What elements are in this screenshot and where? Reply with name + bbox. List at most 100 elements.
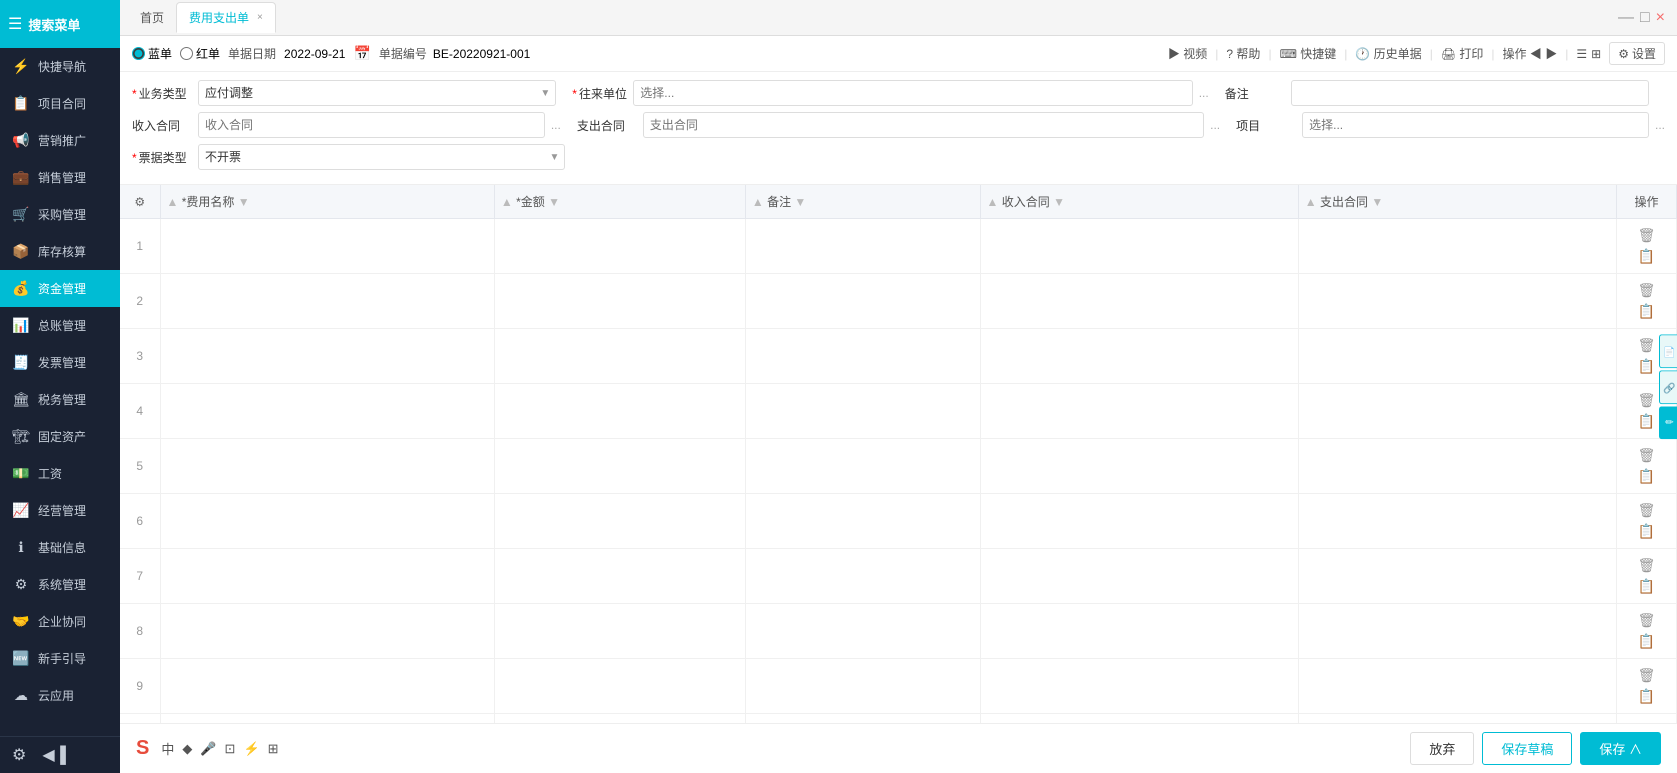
minimize-button[interactable]: —	[1618, 9, 1634, 27]
side-tab-paper[interactable]: 📄	[1659, 334, 1677, 368]
row-income-contract[interactable]	[980, 219, 1298, 274]
video-link[interactable]: ▶ 视频	[1168, 45, 1207, 62]
row-income-contract[interactable]	[980, 329, 1298, 384]
settings-button[interactable]: ⚙ 设置	[1609, 42, 1665, 65]
sort-down-icon[interactable]: ▼	[238, 195, 250, 209]
sidebar-item-tax-mgmt[interactable]: 🏛 税务管理	[0, 381, 120, 418]
row-expense-contract[interactable]	[1298, 659, 1616, 714]
side-tab-edit[interactable]: ✏	[1659, 406, 1677, 439]
row-income-contract[interactable]	[980, 714, 1298, 724]
sidebar-item-system-mgmt[interactable]: ⚙ 系统管理	[0, 566, 120, 603]
row-amount[interactable]	[494, 494, 745, 549]
row-remark[interactable]	[745, 329, 980, 384]
project-input[interactable]	[1302, 112, 1649, 138]
sort-up3-icon[interactable]: ▲	[752, 195, 764, 209]
sidebar-item-salary[interactable]: 💵 工资	[0, 455, 120, 492]
sidebar-item-operations-mgmt[interactable]: 📈 经营管理	[0, 492, 120, 529]
calendar-icon[interactable]: 📅	[353, 45, 370, 62]
business-type-select[interactable]: 应付调整	[198, 80, 556, 106]
sort-up4-icon[interactable]: ▲	[987, 195, 999, 209]
row-expense-name[interactable]	[160, 659, 494, 714]
copy-row-button[interactable]: 📋	[1635, 466, 1658, 487]
row-income-contract[interactable]	[980, 659, 1298, 714]
sidebar-item-enterprise-collab[interactable]: 🤝 企业协同	[0, 603, 120, 640]
row-remark[interactable]	[745, 714, 980, 724]
brand-diamond-icon[interactable]: ◆	[182, 741, 192, 757]
grid-view-icon[interactable]: ⊞	[1591, 47, 1601, 61]
sidebar-header[interactable]: ☰ 搜索菜单	[0, 0, 120, 48]
row-expense-name[interactable]	[160, 384, 494, 439]
sidebar-item-marketing[interactable]: 📢 营销推广	[0, 122, 120, 159]
row-amount[interactable]	[494, 659, 745, 714]
row-income-contract[interactable]	[980, 384, 1298, 439]
row-expense-contract[interactable]	[1298, 714, 1616, 724]
sidebar-item-fixed-assets[interactable]: 🏗 固定资产	[0, 418, 120, 455]
row-expense-name[interactable]	[160, 549, 494, 604]
blue-bill-radio[interactable]: 蓝单	[132, 45, 172, 62]
red-bill-radio[interactable]: 红单	[180, 45, 220, 62]
row-expense-contract[interactable]	[1298, 274, 1616, 329]
tab-home[interactable]: 首页	[128, 3, 176, 32]
brand-grid-icon[interactable]: ⊞	[268, 741, 279, 757]
row-income-contract[interactable]	[980, 274, 1298, 329]
shortcut-link[interactable]: ⌨ 快捷键	[1280, 45, 1337, 62]
copy-row-button[interactable]: 📋	[1635, 521, 1658, 542]
row-expense-contract[interactable]	[1298, 329, 1616, 384]
sidebar-item-basic-info[interactable]: ℹ 基础信息	[0, 529, 120, 566]
sidebar-item-project-contract[interactable]: 📋 项目合同	[0, 85, 120, 122]
party-input[interactable]	[633, 80, 1192, 106]
sidebar-item-capital-mgmt[interactable]: 💰 资金管理	[0, 270, 120, 307]
side-tab-link[interactable]: 🔗	[1659, 370, 1677, 404]
sidebar-item-purchase-mgmt[interactable]: 🛒 采购管理	[0, 196, 120, 233]
income-contract-more-icon[interactable]: ...	[551, 118, 561, 132]
project-more-icon[interactable]: ...	[1655, 118, 1665, 132]
sidebar-item-cloud-apps[interactable]: ☁ 云应用	[0, 677, 120, 714]
row-expense-name[interactable]	[160, 219, 494, 274]
row-expense-contract[interactable]	[1298, 604, 1616, 659]
print-link[interactable]: 🖨 打印	[1441, 45, 1484, 62]
row-expense-name[interactable]	[160, 439, 494, 494]
sidebar-item-quick-nav[interactable]: ⚡ 快捷导航	[0, 48, 120, 85]
sort-up2-icon[interactable]: ▲	[501, 195, 513, 209]
row-expense-contract[interactable]	[1298, 549, 1616, 604]
brand-lightning-icon[interactable]: ⚡	[243, 741, 259, 757]
audio-icon[interactable]: ◀▐	[42, 745, 66, 765]
expense-contract-more-icon[interactable]: ...	[1210, 118, 1220, 132]
income-contract-input[interactable]	[198, 112, 545, 138]
brand-zhong-icon[interactable]: 中	[161, 739, 174, 758]
sidebar-item-sales-mgmt[interactable]: 💼 销售管理	[0, 159, 120, 196]
delete-row-button[interactable]: 🗑	[1635, 500, 1659, 521]
sidebar-item-inventory[interactable]: 📦 库存核算	[0, 233, 120, 270]
delete-row-button[interactable]: 🗑	[1635, 390, 1659, 411]
sort-up5-icon[interactable]: ▲	[1305, 195, 1317, 209]
copy-row-button[interactable]: 📋	[1635, 356, 1658, 377]
close-tab-icon[interactable]: ×	[257, 12, 263, 23]
row-amount[interactable]	[494, 219, 745, 274]
copy-row-button[interactable]: 📋	[1635, 576, 1658, 597]
row-expense-name[interactable]	[160, 329, 494, 384]
delete-row-button[interactable]: 🗑	[1635, 225, 1659, 246]
row-remark[interactable]	[745, 439, 980, 494]
row-remark[interactable]	[745, 274, 980, 329]
row-remark[interactable]	[745, 549, 980, 604]
row-income-contract[interactable]	[980, 439, 1298, 494]
row-expense-name[interactable]	[160, 274, 494, 329]
party-more-icon[interactable]: ...	[1199, 86, 1209, 100]
help-link[interactable]: ? 帮助	[1226, 45, 1260, 62]
copy-row-button[interactable]: 📋	[1635, 631, 1658, 652]
row-income-contract[interactable]	[980, 604, 1298, 659]
sidebar-item-invoice-mgmt[interactable]: 🧾 发票管理	[0, 344, 120, 381]
copy-row-button[interactable]: 📋	[1635, 686, 1658, 707]
row-amount[interactable]	[494, 604, 745, 659]
abandon-button[interactable]: 放弃	[1410, 732, 1474, 765]
row-amount[interactable]	[494, 714, 745, 724]
brand-box-icon[interactable]: ⊡	[225, 741, 236, 757]
save-draft-button[interactable]: 保存草稿	[1482, 732, 1572, 765]
copy-row-button[interactable]: 📋	[1635, 301, 1658, 322]
row-expense-name[interactable]	[160, 494, 494, 549]
sidebar-search-label[interactable]: 搜索菜单	[28, 15, 80, 34]
operation-link[interactable]: 操作 ◀ ▶	[1503, 45, 1558, 62]
save-button[interactable]: 保存 ∧	[1580, 732, 1661, 765]
sort-down2-icon[interactable]: ▼	[548, 195, 560, 209]
sort-up-icon[interactable]: ▲	[167, 195, 179, 209]
